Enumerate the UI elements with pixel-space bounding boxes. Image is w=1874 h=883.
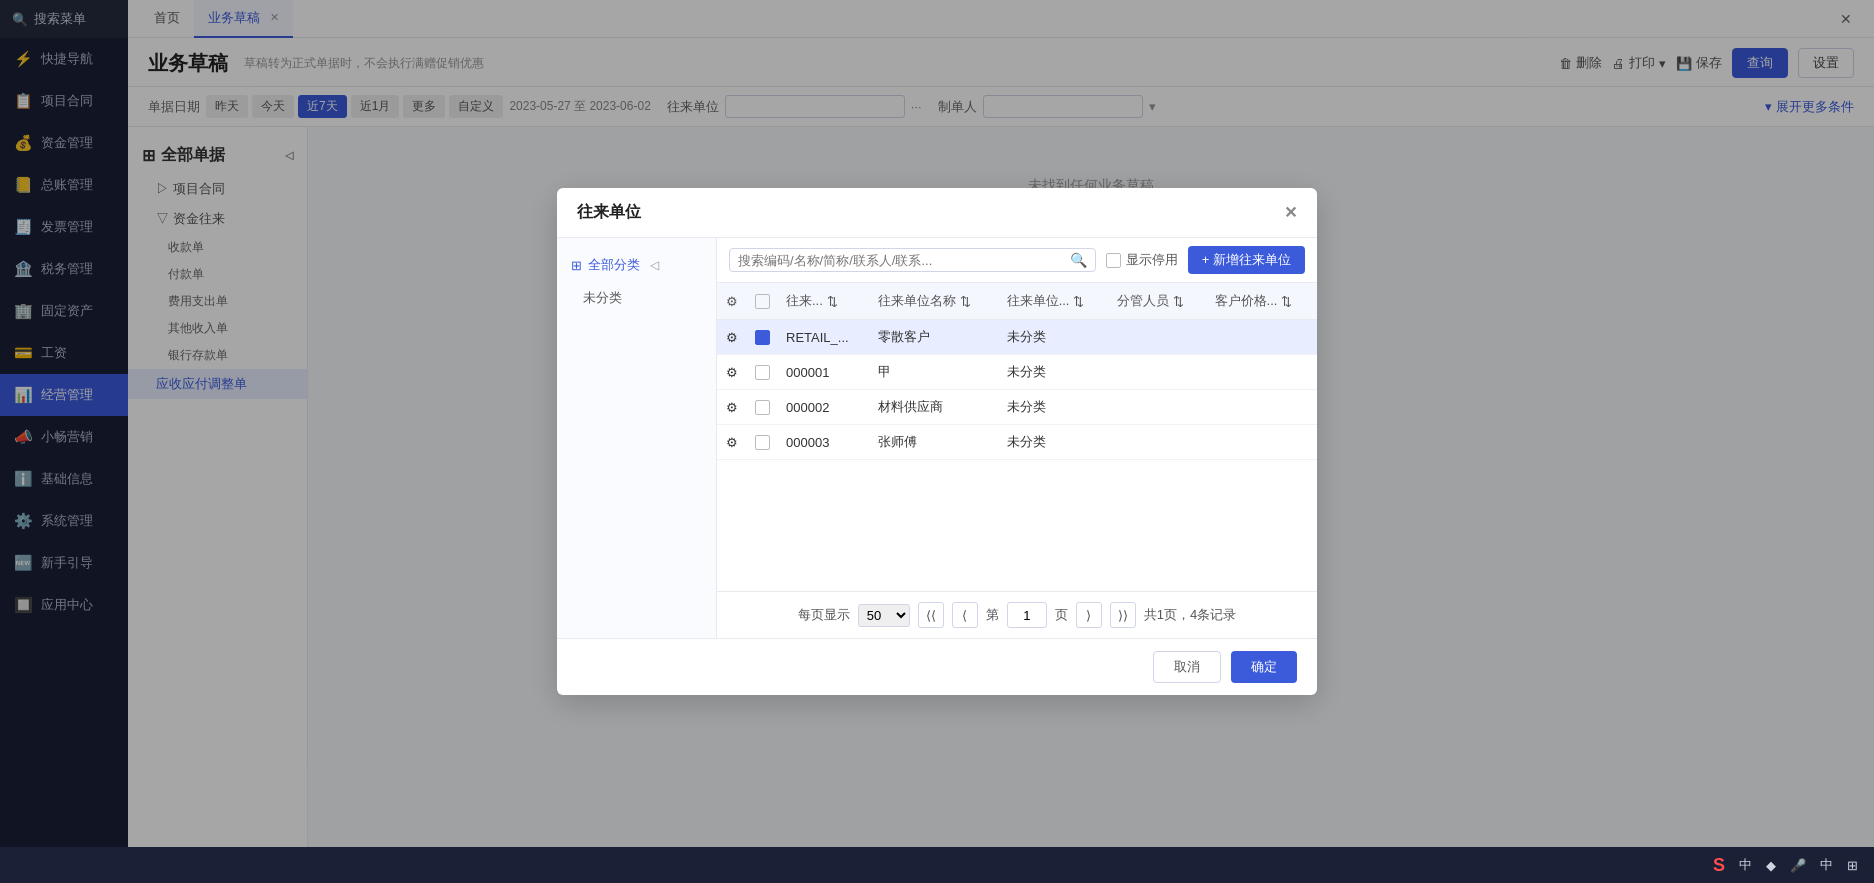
cat-item-unclassified[interactable]: 未分类 xyxy=(557,282,716,314)
th-settings[interactable]: ⚙ xyxy=(717,283,747,320)
total-label: 共1页，4条记录 xyxy=(1144,606,1236,624)
row-name: 零散客户 xyxy=(870,320,998,355)
show-disabled-label: 显示停用 xyxy=(1126,251,1178,269)
add-partner-button[interactable]: + 新增往来单位 xyxy=(1188,246,1305,274)
dialog-footer: 取消 确定 xyxy=(557,638,1317,695)
row-checkbox[interactable] xyxy=(755,365,770,380)
all-category-label: 全部分类 xyxy=(588,256,640,274)
dialog-close-icon[interactable]: ✕ xyxy=(1284,203,1297,222)
th-category[interactable]: 往来单位...⇅ xyxy=(999,283,1109,320)
confirm-button[interactable]: 确定 xyxy=(1231,651,1297,683)
th-price-type[interactable]: 客户价格...⇅ xyxy=(1207,283,1317,320)
sort-icon: ⇅ xyxy=(827,294,838,309)
row-salesperson xyxy=(1109,425,1207,460)
sort-icon: ⇅ xyxy=(960,294,971,309)
prev-page-btn[interactable]: ⟨ xyxy=(952,602,978,628)
row-salesperson xyxy=(1109,320,1207,355)
sort-icon: ⇅ xyxy=(1073,294,1084,309)
row-checkbox[interactable] xyxy=(755,400,770,415)
sort-icon: ⇅ xyxy=(1281,294,1292,309)
add-partner-label: + 新增往来单位 xyxy=(1202,251,1291,269)
gear-icon: ⚙ xyxy=(726,400,738,415)
page-suffix: 页 xyxy=(1055,606,1068,624)
cat-collapse-icon[interactable]: ◁ xyxy=(650,258,659,272)
row-check[interactable] xyxy=(747,390,778,425)
row-settings[interactable]: ⚙ xyxy=(717,355,747,390)
row-code: 000002 xyxy=(778,390,870,425)
row-settings[interactable]: ⚙ xyxy=(717,320,747,355)
page-word: 第 xyxy=(986,606,999,624)
table-row[interactable]: ⚙ 000003 张师傅 未分类 xyxy=(717,425,1317,460)
all-category-btn[interactable]: ⊞ 全部分类 ◁ xyxy=(557,248,716,282)
row-name: 材料供应商 xyxy=(870,390,998,425)
sort-icon: ⇅ xyxy=(1173,294,1184,309)
taskbar-mic-icon[interactable]: 🎤 xyxy=(1790,858,1806,873)
row-check[interactable] xyxy=(747,425,778,460)
table-row[interactable]: ⚙ RETAIL_... 零散客户 未分类 xyxy=(717,320,1317,355)
row-checkbox[interactable] xyxy=(755,330,770,345)
row-price-type xyxy=(1207,425,1317,460)
th-salesperson[interactable]: 分管人员⇅ xyxy=(1109,283,1207,320)
category-panel: ⊞ 全部分类 ◁ 未分类 xyxy=(557,238,717,638)
row-name: 甲 xyxy=(870,355,998,390)
row-salesperson xyxy=(1109,390,1207,425)
row-category: 未分类 xyxy=(999,355,1109,390)
row-settings[interactable]: ⚙ xyxy=(717,425,747,460)
taskbar-lang[interactable]: 中 xyxy=(1739,856,1752,874)
dialog-table-container: ⚙ 往来...⇅ 往来单位名称⇅ xyxy=(717,283,1317,591)
row-check[interactable] xyxy=(747,320,778,355)
dialog-overlay[interactable]: 往来单位 ✕ ⊞ 全部分类 ◁ 未分类 🔍 xyxy=(0,0,1874,883)
row-price-type xyxy=(1207,355,1317,390)
show-disabled-wrap: 显示停用 xyxy=(1106,251,1178,269)
show-disabled-checkbox[interactable] xyxy=(1106,253,1121,268)
row-settings[interactable]: ⚙ xyxy=(717,390,747,425)
th-code[interactable]: 往来...⇅ xyxy=(778,283,870,320)
dialog-title: 往来单位 xyxy=(577,202,641,223)
per-page-label: 每页显示 xyxy=(798,606,850,624)
row-code: 000003 xyxy=(778,425,870,460)
per-page-select[interactable]: 50 100 xyxy=(858,604,910,627)
grid-icon: ⊞ xyxy=(571,258,582,273)
dialog-table-panel: 🔍 显示停用 + 新增往来单位 ⚙ xyxy=(717,238,1317,638)
cancel-button[interactable]: 取消 xyxy=(1153,651,1221,683)
th-check[interactable] xyxy=(747,283,778,320)
page-number-input[interactable] xyxy=(1007,602,1047,628)
dialog-header: 往来单位 ✕ xyxy=(557,188,1317,238)
row-checkbox[interactable] xyxy=(755,435,770,450)
row-category: 未分类 xyxy=(999,425,1109,460)
row-check[interactable] xyxy=(747,355,778,390)
taskbar-grid-icon[interactable]: ⊞ xyxy=(1847,858,1858,873)
select-all-checkbox[interactable] xyxy=(755,294,770,309)
taskbar-icon-1[interactable]: ◆ xyxy=(1766,858,1776,873)
search-wrap: 🔍 xyxy=(729,248,1096,272)
th-name[interactable]: 往来单位名称⇅ xyxy=(870,283,998,320)
dialog-search-input[interactable] xyxy=(738,253,1064,268)
row-code: 000001 xyxy=(778,355,870,390)
gear-icon: ⚙ xyxy=(726,435,738,450)
row-price-type xyxy=(1207,390,1317,425)
table-row[interactable]: ⚙ 000001 甲 未分类 xyxy=(717,355,1317,390)
row-salesperson xyxy=(1109,355,1207,390)
next-page-btn[interactable]: ⟩ xyxy=(1076,602,1102,628)
row-code: RETAIL_... xyxy=(778,320,870,355)
gear-icon: ⚙ xyxy=(726,330,738,345)
table-row[interactable]: ⚙ 000002 材料供应商 未分类 xyxy=(717,390,1317,425)
search-icon: 🔍 xyxy=(1070,252,1087,268)
dialog-toolbar: 🔍 显示停用 + 新增往来单位 xyxy=(717,238,1317,283)
dialog-body: ⊞ 全部分类 ◁ 未分类 🔍 显示停用 xyxy=(557,238,1317,638)
first-page-btn[interactable]: ⟨⟨ xyxy=(918,602,944,628)
taskbar-logo: S xyxy=(1713,855,1725,876)
row-name: 张师傅 xyxy=(870,425,998,460)
row-category: 未分类 xyxy=(999,390,1109,425)
taskbar: S 中 ◆ 🎤 中 ⊞ xyxy=(0,847,1874,883)
taskbar-icon-2[interactable]: 中 xyxy=(1820,856,1833,874)
dialog-pagination: 每页显示 50 100 ⟨⟨ ⟨ 第 页 ⟩ ⟩⟩ 共1页，4条记录 xyxy=(717,591,1317,638)
gear-icon: ⚙ xyxy=(726,365,738,380)
partners-table: ⚙ 往来...⇅ 往来单位名称⇅ xyxy=(717,283,1317,460)
last-page-btn[interactable]: ⟩⟩ xyxy=(1110,602,1136,628)
row-price-type xyxy=(1207,320,1317,355)
partner-dialog: 往来单位 ✕ ⊞ 全部分类 ◁ 未分类 🔍 xyxy=(557,188,1317,695)
row-category: 未分类 xyxy=(999,320,1109,355)
